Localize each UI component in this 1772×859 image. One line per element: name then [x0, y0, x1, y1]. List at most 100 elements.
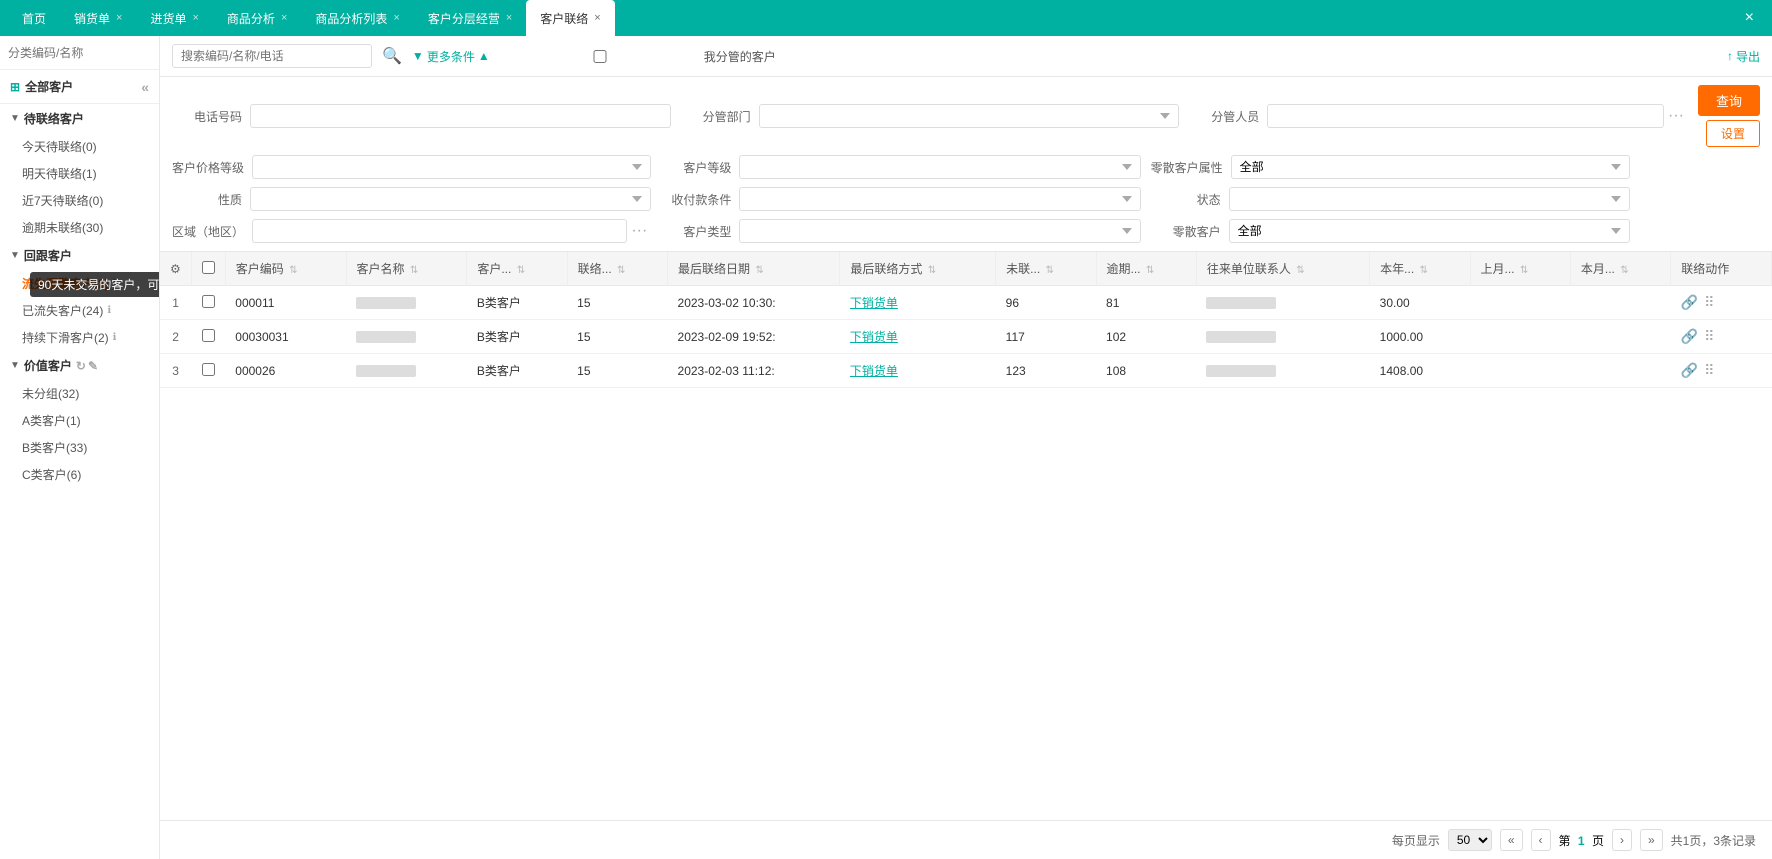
row-this-year: 1000.00 [1370, 320, 1470, 354]
zero-attr-select[interactable]: 全部 [1231, 155, 1630, 179]
row-last-contact-method[interactable]: 下销货单 [840, 354, 996, 388]
row-contact-method-link[interactable]: 下销货单 [850, 364, 898, 378]
th-overdue[interactable]: 逾期... ⇅ [1096, 252, 1196, 286]
sidebar-search-input[interactable] [8, 46, 160, 60]
th-last-month[interactable]: 上月... ⇅ [1470, 252, 1570, 286]
tab-purchase-close[interactable]: × [192, 12, 198, 24]
sidebar-item-7days[interactable]: 近7天待联络(0) [0, 187, 159, 214]
manager-more-btn[interactable]: ··· [1664, 107, 1688, 125]
sidebar-item-today[interactable]: 今天待联络(0) [0, 133, 159, 160]
row-checkbox[interactable] [202, 295, 215, 308]
tab-analysis-close[interactable]: × [281, 12, 287, 24]
sidebar-collapse-btn[interactable]: « [141, 79, 149, 95]
row-action-contact-icon[interactable]: 🔗 [1681, 328, 1698, 345]
th-not-contacted[interactable]: 未联... ⇅ [996, 252, 1096, 286]
row-contact-method-link[interactable]: 下销货单 [850, 330, 898, 344]
table-settings-icon[interactable]: ⚙ [170, 262, 181, 276]
th-type[interactable]: 客户... ⇅ [467, 252, 567, 286]
tab-sales-close[interactable]: × [116, 12, 122, 24]
row-checkbox-cell[interactable] [191, 354, 225, 388]
sidebar-all-customers[interactable]: ⊞ 全部客户 « [0, 70, 159, 104]
manager-input[interactable] [1267, 104, 1664, 128]
row-action-more-icon[interactable]: ⠿ [1704, 362, 1714, 379]
th-contact[interactable]: 联络... ⇅ [567, 252, 667, 286]
th-contact-sort: ⇅ [617, 265, 625, 276]
query-button[interactable]: 查询 [1698, 85, 1760, 116]
tab-analysis[interactable]: 商品分析 × [213, 0, 301, 36]
row-action-more-icon[interactable]: ⠿ [1704, 294, 1714, 311]
window-close-btn[interactable]: × [1735, 9, 1764, 27]
tab-analysis-list[interactable]: 商品分析列表 × [301, 0, 413, 36]
sidebar-item-ungrouped[interactable]: 未分组(32) [0, 380, 159, 407]
sidebar-group-pending[interactable]: ▼ 待联络客户 [0, 104, 159, 133]
page-size-select[interactable]: 50 [1448, 829, 1492, 851]
tab-home[interactable]: 首页 [8, 0, 60, 36]
th-settings[interactable]: ⚙ [160, 252, 191, 286]
row-checkbox-cell[interactable] [191, 320, 225, 354]
row-action-contact-icon[interactable]: 🔗 [1681, 294, 1698, 311]
sidebar-item-class-a[interactable]: A类客户(1) [0, 407, 159, 434]
group-value-arrow: ▼ [10, 360, 20, 371]
row-contact-method-link[interactable]: 下销货单 [850, 296, 898, 310]
region-input[interactable] [252, 219, 627, 243]
sidebar-item-overdue[interactable]: 逾期未联络(30) [0, 214, 159, 241]
sidebar-item-class-b[interactable]: B类客户(33) [0, 434, 159, 461]
phone-input[interactable] [250, 104, 671, 128]
more-conditions-btn[interactable]: ▼ 更多条件 ▲ [412, 48, 490, 65]
customer-type-select[interactable] [739, 219, 1140, 243]
row-last-contact-method[interactable]: 下销货单 [840, 286, 996, 320]
nature-select[interactable] [250, 187, 651, 211]
tab-customer-tier[interactable]: 客户分层经营 × [414, 0, 526, 36]
payment-select[interactable] [739, 187, 1140, 211]
tab-analysis-list-close[interactable]: × [393, 12, 399, 24]
th-checkbox[interactable] [191, 252, 225, 286]
select-all-checkbox[interactable] [202, 261, 215, 274]
my-customers-checkbox-area[interactable]: 我分管的客户 [500, 48, 776, 65]
export-btn[interactable]: ↑ 导出 [1727, 48, 1760, 65]
tab-sales[interactable]: 销货单 × [60, 0, 136, 36]
th-this-year[interactable]: 本年... ⇅ [1370, 252, 1470, 286]
region-more-btn[interactable]: ··· [627, 222, 651, 240]
row-contact: 15 [567, 320, 667, 354]
next-page-btn[interactable]: › [1612, 829, 1632, 851]
settings-button[interactable]: 设置 [1706, 120, 1760, 147]
th-unit-contact[interactable]: 往来单位联系人 ⇅ [1196, 252, 1369, 286]
tab-purchase[interactable]: 进货单 × [136, 0, 212, 36]
customer-level-select[interactable] [739, 155, 1140, 179]
row-last-contact-method[interactable]: 下销货单 [840, 320, 996, 354]
th-name[interactable]: 客户名称 ⇅ [346, 252, 467, 286]
th-last-contact-method[interactable]: 最后联络方式 ⇅ [840, 252, 996, 286]
th-last-contact-date[interactable]: 最后联络日期 ⇅ [668, 252, 840, 286]
sidebar-item-tomorrow[interactable]: 明天待联络(1) [0, 160, 159, 187]
sidebar-item-class-c[interactable]: C类客户(6) [0, 461, 159, 488]
last-page-btn[interactable]: » [1640, 829, 1663, 851]
sidebar-item-churned[interactable]: 已流失客户(24) ℹ [0, 297, 159, 324]
prev-page-btn[interactable]: ‹ [1531, 829, 1551, 851]
tab-customer-tier-close[interactable]: × [506, 12, 512, 24]
th-name-sort: ⇅ [410, 265, 418, 276]
search-input[interactable] [172, 44, 372, 68]
sidebar-group-followup[interactable]: ▼ 回跟客户 [0, 241, 159, 270]
row-checkbox[interactable] [202, 329, 215, 342]
first-page-btn[interactable]: « [1500, 829, 1523, 851]
tab-customer-contact[interactable]: 客户联络 × [526, 0, 614, 36]
status-select[interactable] [1229, 187, 1630, 211]
value-group-edit-icon[interactable]: ✎ [88, 359, 98, 373]
sidebar-group-value[interactable]: ▼ 价值客户 ↻ ✎ [0, 351, 159, 380]
search-icon[interactable]: 🔍 [382, 46, 402, 66]
th-this-month[interactable]: 本月... ⇅ [1570, 252, 1670, 286]
grid-icon: ⊞ [10, 80, 20, 94]
value-group-refresh-icon[interactable]: ↻ [76, 359, 86, 373]
row-checkbox[interactable] [202, 363, 215, 376]
my-customers-checkbox[interactable] [500, 50, 700, 63]
row-action-more-icon[interactable]: ⠿ [1704, 328, 1714, 345]
sidebar-item-declining[interactable]: 持续下滑客户(2) ℹ [0, 324, 159, 351]
dept-select[interactable] [759, 104, 1180, 128]
row-checkbox-cell[interactable] [191, 286, 225, 320]
th-code[interactable]: 客户编码 ⇅ [225, 252, 346, 286]
tab-customer-contact-close[interactable]: × [594, 12, 600, 24]
row-action-contact-icon[interactable]: 🔗 [1681, 362, 1698, 379]
price-level-select[interactable] [252, 155, 651, 179]
sidebar-item-today-label: 今天待联络(0) [22, 138, 97, 155]
zero-customer-select[interactable]: 全部 [1229, 219, 1630, 243]
